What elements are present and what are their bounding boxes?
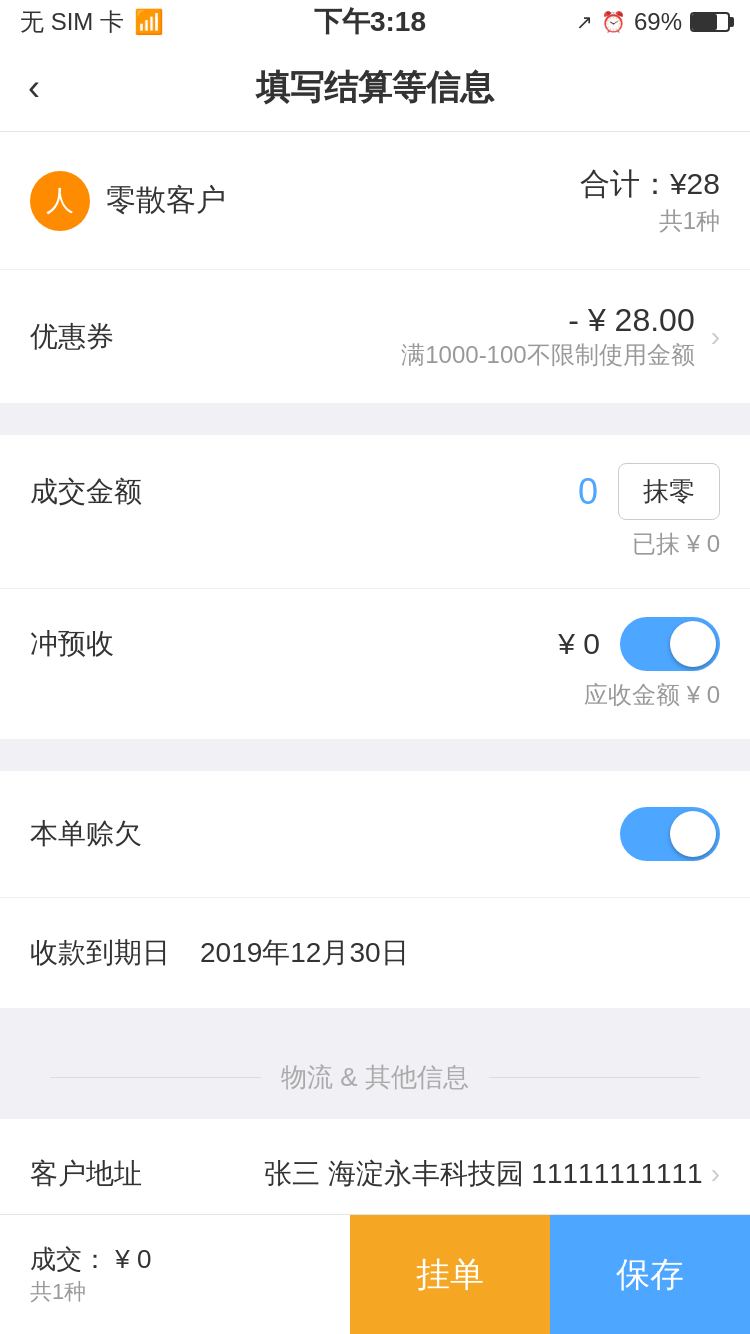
due-date-row: 收款到期日 2019年12月30日	[0, 897, 750, 1008]
logistics-label: 物流 & 其他信息	[281, 1060, 469, 1095]
round-button[interactable]: 抹零	[618, 463, 720, 520]
customer-right: 合计：¥28 共1种	[580, 164, 720, 237]
address-label: 客户地址	[30, 1155, 142, 1193]
section-gap-3	[0, 1024, 750, 1040]
total-amount: 合计：¥28	[580, 164, 720, 205]
amount-right: 0 抹零	[578, 463, 720, 520]
prepayment-sub: 应收金额 ¥ 0	[0, 679, 750, 739]
alarm-icon: ⏰	[601, 10, 626, 34]
status-time: 下午3:18	[314, 3, 426, 41]
bottom-bar: 成交： ¥ 0 共1种 挂单 保存	[0, 1214, 750, 1334]
avatar-icon: 人	[46, 182, 74, 220]
coupon-row[interactable]: 优惠券 - ¥ 28.00 满1000-100不限制使用金额 ›	[0, 269, 750, 403]
address-section: 客户地址 张三 海淀永丰科技园 11111111111 ›	[0, 1119, 750, 1229]
customer-left: 人 零散客户	[30, 171, 226, 231]
amount-label: 成交金额	[30, 473, 142, 511]
toggle-knob	[670, 621, 716, 667]
battery-percent: 69%	[634, 8, 682, 36]
status-left: 无 SIM 卡 📶	[20, 6, 164, 38]
prepayment-toggle[interactable]	[620, 617, 720, 671]
customer-row: 人 零散客户 合计：¥28 共1种	[0, 132, 750, 269]
prepayment-amount: ¥ 0	[558, 627, 600, 661]
bottom-summary-top: 成交： ¥ 0	[30, 1242, 320, 1277]
prepayment-row: 冲预收 ¥ 0	[0, 588, 750, 679]
section-gap-1	[0, 419, 750, 435]
divider-line-left	[50, 1077, 261, 1078]
address-chevron-icon: ›	[711, 1158, 720, 1190]
wifi-icon: 📶	[134, 8, 164, 36]
status-bar: 无 SIM 卡 📶 下午3:18 ↗ ⏰ 69%	[0, 0, 750, 44]
chevron-right-icon: ›	[711, 321, 720, 353]
back-button[interactable]: ‹	[28, 67, 40, 109]
due-date-value: 2019年12月30日	[200, 934, 409, 972]
address-value: 张三 海淀永丰科技园 11111111111	[264, 1155, 703, 1193]
coupon-desc: 满1000-100不限制使用金额	[401, 339, 694, 371]
divider-line-right	[489, 1077, 700, 1078]
avatar: 人	[30, 171, 90, 231]
status-right: ↗ ⏰ 69%	[576, 8, 730, 36]
due-date-label: 收款到期日	[30, 934, 170, 972]
credit-toggle-knob	[670, 811, 716, 857]
credit-section: 本单赊欠 收款到期日 2019年12月30日	[0, 771, 750, 1008]
coupon-discount: - ¥ 28.00	[401, 302, 694, 339]
save-button[interactable]: 保存	[550, 1215, 750, 1335]
battery-icon	[690, 12, 730, 32]
prepayment-label: 冲预收	[30, 625, 114, 663]
amount-value: 0	[578, 471, 598, 513]
section-gap-2	[0, 755, 750, 771]
hang-button[interactable]: 挂单	[350, 1215, 550, 1335]
bottom-summary: 成交： ¥ 0 共1种	[0, 1242, 350, 1307]
customer-name: 零散客户	[106, 180, 226, 221]
customer-section: 人 零散客户 合计：¥28 共1种 优惠券 - ¥ 28.00 满1000-10…	[0, 132, 750, 403]
logistics-divider: 物流 & 其他信息	[0, 1040, 750, 1115]
address-row[interactable]: 客户地址 张三 海淀永丰科技园 11111111111 ›	[0, 1119, 750, 1229]
amount-sub: 已抹 ¥ 0	[0, 528, 750, 588]
credit-row: 本单赊欠	[0, 771, 750, 897]
credit-label: 本单赊欠	[30, 815, 142, 853]
location-icon: ↗	[576, 10, 593, 34]
carrier-label: 无 SIM 卡	[20, 6, 124, 38]
page-title: 填写结算等信息	[256, 65, 494, 111]
total-count: 共1种	[580, 205, 720, 237]
credit-toggle[interactable]	[620, 807, 720, 861]
prepayment-right: ¥ 0	[558, 617, 720, 671]
address-right: 张三 海淀永丰科技园 11111111111 ›	[264, 1155, 720, 1193]
bottom-summary-bottom: 共1种	[30, 1277, 320, 1307]
coupon-label: 优惠券	[30, 318, 114, 356]
nav-bar: ‹ 填写结算等信息	[0, 44, 750, 132]
coupon-right: - ¥ 28.00 满1000-100不限制使用金额 ›	[401, 302, 720, 371]
amount-row: 成交金额 0 抹零	[0, 435, 750, 528]
transaction-section: 成交金额 0 抹零 已抹 ¥ 0 冲预收 ¥ 0 应收金额 ¥ 0	[0, 435, 750, 739]
